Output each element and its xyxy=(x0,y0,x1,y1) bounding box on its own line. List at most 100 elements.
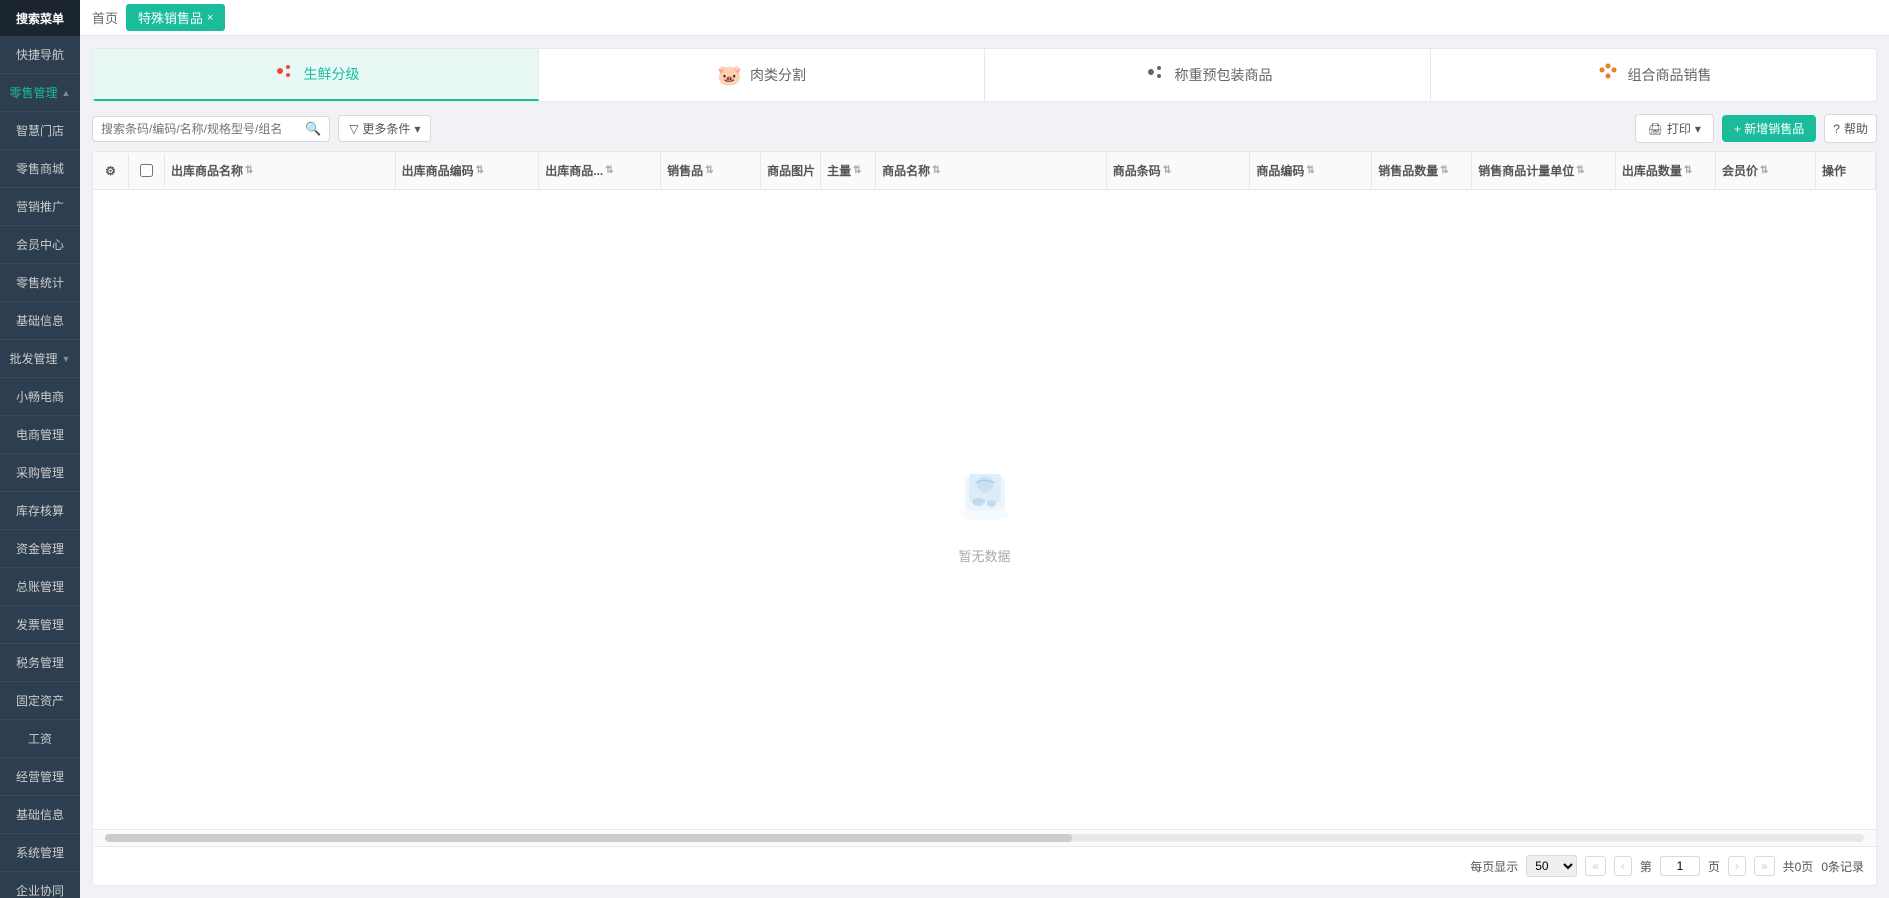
sys-mgmt-label: 系统管理 xyxy=(16,844,64,861)
topbar-active-tab[interactable]: 特殊销售品 × xyxy=(126,4,225,31)
sort-unit: ⇅ xyxy=(1576,165,1584,176)
weight-pack-icon xyxy=(1143,62,1167,88)
filter-button[interactable]: ▽ 更多条件 ▾ xyxy=(338,115,431,142)
sidebar-item-retail-stats[interactable]: 零售统计 xyxy=(0,264,80,302)
sidebar-item-purchase-mgmt[interactable]: 采购管理 xyxy=(0,454,80,492)
sidebar-item-ledger-mgmt[interactable]: 总账管理 xyxy=(0,568,80,606)
last-page-button[interactable]: » xyxy=(1754,856,1775,876)
sidebar-item-smart-store[interactable]: 智慧门店 xyxy=(0,112,80,150)
fresh-grade-icon xyxy=(272,61,296,87)
sidebar-item-invoice-mgmt[interactable]: 发票管理 xyxy=(0,606,80,644)
th-out-qty[interactable]: 出库品数量 ⇅ xyxy=(1616,152,1716,189)
inventory-label: 库存核算 xyxy=(16,502,64,519)
th-check[interactable] xyxy=(129,154,165,187)
sidebar-item-enterprise[interactable]: 企业协同 xyxy=(0,872,80,898)
retail-stats-label: 零售统计 xyxy=(16,274,64,291)
sidebar-logo[interactable]: 搜索菜单 xyxy=(0,0,80,36)
ledger-mgmt-label: 总账管理 xyxy=(16,578,64,595)
sidebar-item-sales-promo[interactable]: 营销推广 xyxy=(0,188,80,226)
th-out-code[interactable]: 出库商品编码 ⇅ xyxy=(396,152,540,189)
ecom-mgmt-label: 电商管理 xyxy=(16,426,64,443)
th-sale[interactable]: 销售品 ⇅ xyxy=(661,152,761,189)
retail-mgmt-arrow: ▲ xyxy=(62,88,71,98)
fixed-assets-label: 固定资产 xyxy=(16,692,64,709)
th-unit[interactable]: 销售商品计量单位 ⇅ xyxy=(1472,152,1616,189)
combo-icon xyxy=(1596,62,1620,88)
print-label: 打印 xyxy=(1667,120,1691,137)
tab-meat-cut[interactable]: 🐷 肉类分割 xyxy=(539,49,985,101)
main-area: 首页 特殊销售品 × 生鲜分级 🐷 肉类分割 xyxy=(80,0,1889,898)
th-main[interactable]: 主量 ⇅ xyxy=(821,152,876,189)
meat-cut-label: 肉类分割 xyxy=(750,65,806,85)
tab-weight-pack[interactable]: 称重预包装商品 xyxy=(985,49,1431,101)
tab-combo[interactable]: 组合商品销售 xyxy=(1431,49,1876,101)
th-prod-name[interactable]: 商品名称 ⇅ xyxy=(876,152,1107,189)
sidebar-item-tax-mgmt[interactable]: 税务管理 xyxy=(0,644,80,682)
empty-state: 暂无数据 xyxy=(93,190,1876,829)
print-icon: 🖨 xyxy=(1648,122,1663,136)
th-member-price[interactable]: 会员价 ⇅ xyxy=(1716,152,1816,189)
search-icon[interactable]: 🔍 xyxy=(305,121,321,137)
sidebar-item-basic-info[interactable]: 基础信息 xyxy=(0,302,80,340)
sort-out-spec: ⇅ xyxy=(605,165,613,176)
th-prodcode[interactable]: 商品编码 ⇅ xyxy=(1250,152,1372,189)
sidebar-item-basic-info2[interactable]: 基础信息 xyxy=(0,796,80,834)
fresh-grade-label: 生鲜分级 xyxy=(304,64,360,84)
tax-mgmt-label: 税务管理 xyxy=(16,654,64,671)
sidebar-item-ops-mgmt[interactable]: 经营管理 xyxy=(0,758,80,796)
prev-page-button[interactable]: ‹ xyxy=(1614,856,1632,876)
retail-mall-label: 零售商城 xyxy=(16,160,64,177)
basic-info-label: 基础信息 xyxy=(16,312,64,329)
close-tab-button[interactable]: × xyxy=(207,12,213,24)
th-sale-qty[interactable]: 销售品数量 ⇅ xyxy=(1372,152,1472,189)
sidebar-item-mini-ecom[interactable]: 小畅电商 xyxy=(0,378,80,416)
sort-barcode: ⇅ xyxy=(1163,165,1171,176)
toolbar-right: 🖨 打印 ▾ + 新增销售品 ? 帮助 xyxy=(1635,114,1877,143)
wholesale-mgmt-label: 批发管理 xyxy=(10,350,58,367)
th-barcode[interactable]: 商品条码 ⇅ xyxy=(1107,152,1251,189)
sidebar-item-quick-nav[interactable]: 快捷导航 xyxy=(0,36,80,74)
wholesale-mgmt-arrow: ▼ xyxy=(62,354,71,364)
sidebar-item-fixed-assets[interactable]: 固定资产 xyxy=(0,682,80,720)
first-page-button[interactable]: « xyxy=(1585,856,1606,876)
help-label: 帮助 xyxy=(1844,120,1868,137)
search-box[interactable]: 🔍 xyxy=(92,116,330,142)
sidebar-item-retail-mall[interactable]: 零售商城 xyxy=(0,150,80,188)
sidebar-item-wholesale-mgmt[interactable]: 批发管理 ▼ xyxy=(0,340,80,378)
th-gear[interactable]: ⚙ xyxy=(93,154,129,188)
active-tab-label: 特殊销售品 xyxy=(138,8,203,27)
tab-fresh-grade[interactable]: 生鲜分级 xyxy=(93,49,539,101)
sidebar-item-capital-mgmt[interactable]: 资金管理 xyxy=(0,530,80,568)
sidebar-item-retail-mgmt[interactable]: 零售管理 ▲ xyxy=(0,74,80,112)
sidebar-item-salary[interactable]: 工资 xyxy=(0,720,80,758)
select-all-checkbox[interactable] xyxy=(140,164,153,177)
search-input[interactable] xyxy=(101,122,301,136)
next-page-button[interactable]: › xyxy=(1728,856,1746,876)
enterprise-label: 企业协同 xyxy=(16,882,64,898)
print-button[interactable]: 🖨 打印 ▾ xyxy=(1635,114,1714,143)
th-out-spec[interactable]: 出库商品... ⇅ xyxy=(539,152,661,189)
sort-main: ⇅ xyxy=(853,165,861,176)
sidebar-item-inventory[interactable]: 库存核算 xyxy=(0,492,80,530)
filter-arrow: ▾ xyxy=(414,122,420,136)
scroll-thumb[interactable] xyxy=(105,834,1072,842)
sidebar-item-ecom-mgmt[interactable]: 电商管理 xyxy=(0,416,80,454)
topbar-home[interactable]: 首页 xyxy=(92,8,118,27)
th-action: 操作 xyxy=(1816,152,1876,189)
page-number-input[interactable] xyxy=(1660,856,1700,876)
type-tabs: 生鲜分级 🐷 肉类分割 称重预包装商品 xyxy=(92,48,1877,102)
new-label: + 新增销售品 xyxy=(1734,120,1804,137)
meat-cut-icon: 🐷 xyxy=(717,63,742,88)
sidebar-item-sys-mgmt[interactable]: 系统管理 xyxy=(0,834,80,872)
th-out-name[interactable]: 出库商品名称 ⇅ xyxy=(165,152,396,189)
horizontal-scroll-area[interactable] xyxy=(93,829,1876,846)
new-sale-item-button[interactable]: + 新增销售品 xyxy=(1722,115,1816,142)
scroll-track xyxy=(105,834,1864,842)
invoice-mgmt-label: 发票管理 xyxy=(16,616,64,633)
quick-nav-label: 快捷导航 xyxy=(16,46,64,63)
sidebar-item-member-center[interactable]: 会员中心 xyxy=(0,226,80,264)
help-button[interactable]: ? 帮助 xyxy=(1824,114,1877,143)
per-page-select[interactable]: 50 10 20 100 xyxy=(1526,855,1577,877)
combo-label: 组合商品销售 xyxy=(1628,65,1712,85)
th-img: 商品图片 xyxy=(761,152,821,189)
